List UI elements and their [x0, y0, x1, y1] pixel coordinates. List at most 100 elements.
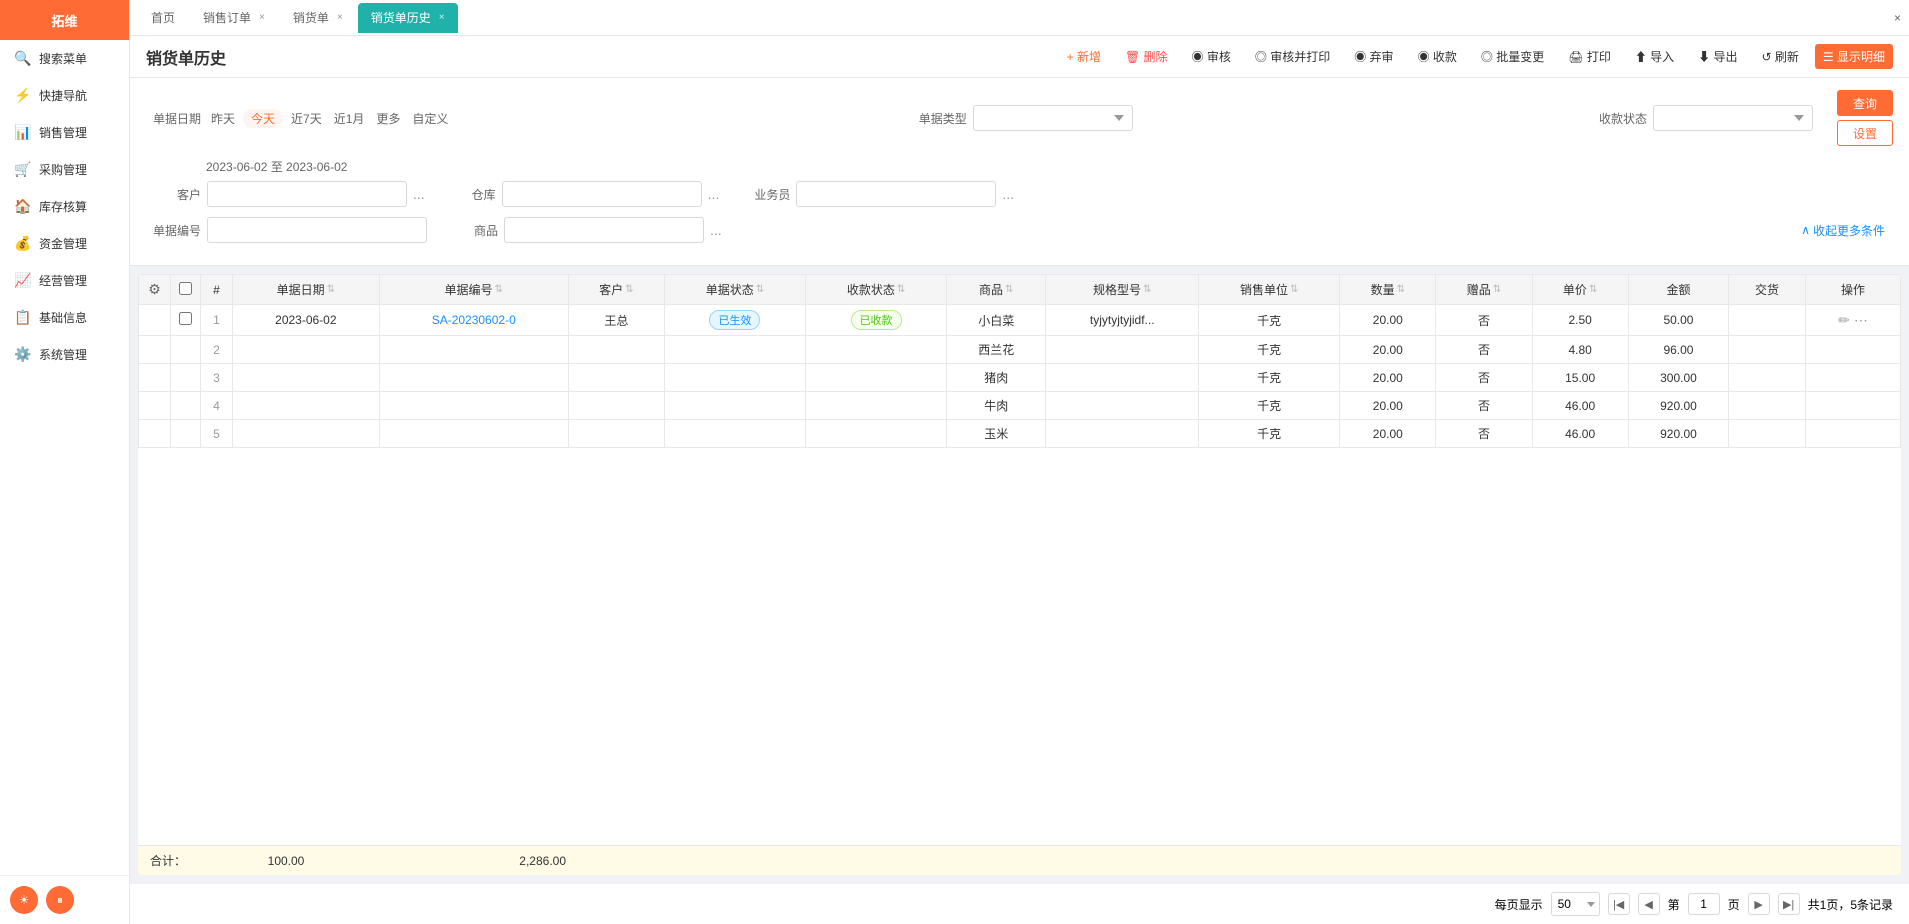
more-op-btn[interactable]: ⋯ [1854, 312, 1868, 328]
sidebar-item-search-menu[interactable]: 🔍 搜索菜单 [0, 40, 129, 77]
batch-change-button[interactable]: ◎ 批量变更 [1473, 44, 1552, 69]
tab-home[interactable]: 首页 [138, 3, 188, 33]
new-button[interactable]: + 新增 [1059, 44, 1109, 69]
goods-dots-btn[interactable]: ... [710, 222, 722, 238]
sidebar-item-finance-mgmt[interactable]: 💰 资金管理 [0, 225, 129, 262]
warehouse-input[interactable] [502, 181, 702, 207]
date-today-btn[interactable]: 今天 [243, 109, 283, 128]
op-cell [1805, 336, 1900, 364]
th-doc-status[interactable]: 单据状态⇅ [664, 275, 805, 305]
th-qty[interactable]: 数量⇅ [1340, 275, 1436, 305]
row-checkbox[interactable] [179, 312, 192, 325]
select-all-checkbox[interactable] [179, 282, 192, 295]
goods-cell: 牛肉 [947, 392, 1046, 420]
sort-docno-icon[interactable]: ⇅ [495, 284, 503, 295]
audit-button[interactable]: ◉ 审核 [1184, 44, 1239, 69]
doc-type-select[interactable] [973, 105, 1133, 131]
amount-cell: 920.00 [1628, 392, 1728, 420]
sidebar-item-quick-nav[interactable]: ⚡ 快捷导航 [0, 77, 129, 114]
sidebar-item-inventory[interactable]: 🏠 库存核算 [0, 188, 129, 225]
tab-sales-history-close[interactable]: × [439, 12, 445, 23]
th-goods[interactable]: 商品⇅ [947, 275, 1046, 305]
sort-date-icon[interactable]: ⇅ [327, 284, 335, 295]
date-7days-btn[interactable]: 近7天 [287, 109, 326, 128]
doc-no-link[interactable]: SA-20230602-0 [432, 313, 516, 327]
delete-button[interactable]: 🗑 删除 [1117, 44, 1176, 69]
tab-sales-delivery[interactable]: 销货单 × [280, 3, 356, 33]
docno-input[interactable] [207, 217, 427, 243]
goods-input[interactable] [504, 217, 704, 243]
sort-price-icon[interactable]: ⇅ [1589, 284, 1597, 295]
date-1month-btn[interactable]: 近1月 [330, 109, 369, 128]
customer-input[interactable] [207, 181, 407, 207]
sidebar-item-basic-info[interactable]: 📋 基础信息 [0, 299, 129, 336]
th-price[interactable]: 单价⇅ [1532, 275, 1628, 305]
doc-status-cell [664, 420, 805, 448]
sort-goods-icon[interactable]: ⇅ [1005, 284, 1013, 295]
date-more-btn[interactable]: 更多 [372, 109, 404, 128]
audit-print-button[interactable]: ◎ 审核并打印 [1247, 44, 1338, 69]
sidebar-sun-button[interactable]: ☀ [10, 886, 38, 914]
collect-button[interactable]: ◉ 收款 [1410, 44, 1465, 69]
tab-sales-delivery-close[interactable]: × [337, 12, 343, 23]
sidebar-item-sales-mgmt[interactable]: 📊 销售管理 [0, 114, 129, 151]
date-custom-btn[interactable]: 自定义 [408, 109, 452, 128]
sort-doc-status-icon[interactable]: ⇅ [756, 284, 764, 295]
sort-pay-status-icon[interactable]: ⇅ [897, 284, 905, 295]
sidebar-pause-button[interactable]: ⏸ [46, 886, 74, 914]
sort-spec-icon[interactable]: ⇅ [1143, 284, 1151, 295]
refresh-button[interactable]: ↺ 刷新 [1754, 44, 1807, 69]
query-button[interactable]: 查询 [1837, 90, 1893, 116]
tab-sales-order-close[interactable]: × [259, 12, 265, 23]
per-page-select[interactable]: 50 20 100 200 [1551, 892, 1600, 916]
prev-page-btn[interactable]: ◀ [1638, 893, 1660, 915]
amount-cell: 920.00 [1628, 420, 1728, 448]
salesperson-input[interactable] [796, 181, 996, 207]
tab-sales-history[interactable]: 销货单历史 × [358, 3, 458, 33]
abandon-button[interactable]: ◉ 弃审 [1346, 44, 1401, 69]
date-cell [233, 392, 380, 420]
sidebar-item-sys-mgmt[interactable]: ⚙️ 系统管理 [0, 336, 129, 373]
table-row: 3 猪肉 千克 20.00 否 15.00 300.00 [139, 364, 1901, 392]
th-date[interactable]: 单据日期⇅ [233, 275, 380, 305]
last-page-btn[interactable]: ▶| [1778, 893, 1800, 915]
warehouse-dots-btn[interactable]: ... [708, 186, 720, 202]
sort-customer-icon[interactable]: ⇅ [625, 284, 633, 295]
th-pay-status[interactable]: 收款状态⇅ [806, 275, 947, 305]
goods-cell: 猪肉 [947, 364, 1046, 392]
tab-sales-order[interactable]: 销售订单 × [190, 3, 278, 33]
page-content: 销货单历史 + 新增 🗑 删除 ◉ 审核 ◎ 审核并打印 ◉ 弃审 ◉ 收款 ◎… [130, 36, 1909, 924]
th-spec[interactable]: 规格型号⇅ [1046, 275, 1199, 305]
print-button[interactable]: 🖨 打印 [1560, 44, 1619, 69]
th-unit[interactable]: 销售单位⇅ [1199, 275, 1340, 305]
edit-op-btn[interactable]: ✏ [1838, 312, 1850, 328]
show-detail-button[interactable]: ☰ 显示明细 [1815, 44, 1893, 69]
sidebar-item-quick-nav-label: 快捷导航 [39, 87, 87, 104]
filter-row-1: 单据日期 昨天 今天 近7天 近1月 更多 自定义 单据类型 [146, 90, 1893, 146]
date-yesterday-btn[interactable]: 昨天 [207, 109, 239, 128]
sidebar-item-purchase-mgmt[interactable]: 🛒 采购管理 [0, 151, 129, 188]
sort-gift-icon[interactable]: ⇅ [1493, 284, 1501, 295]
th-docno[interactable]: 单据编号⇅ [379, 275, 568, 305]
customer-cell [568, 364, 664, 392]
th-gift[interactable]: 赠品⇅ [1436, 275, 1532, 305]
sort-qty-icon[interactable]: ⇅ [1397, 284, 1405, 295]
collect-status-select[interactable] [1653, 105, 1813, 131]
sidebar-item-ops-mgmt[interactable]: 📈 经营管理 [0, 262, 129, 299]
import-button[interactable]: ⬆ 导入 [1627, 44, 1682, 69]
th-customer[interactable]: 客户⇅ [568, 275, 664, 305]
page-input[interactable] [1688, 893, 1720, 915]
first-page-btn[interactable]: |◀ [1608, 893, 1630, 915]
th-gear[interactable]: ⚙ [139, 275, 171, 305]
next-page-btn[interactable]: ▶ [1748, 893, 1770, 915]
close-all-button[interactable]: × [1894, 11, 1901, 25]
sort-unit-icon[interactable]: ⇅ [1290, 284, 1298, 295]
collapse-btn[interactable]: ∧ 收起更多条件 [1793, 219, 1893, 242]
tab-sales-delivery-label: 销货单 [293, 9, 329, 26]
export-button[interactable]: ⬇ 导出 [1690, 44, 1745, 69]
salesperson-dots-btn[interactable]: ... [1002, 186, 1014, 202]
filter-settings-button[interactable]: 设置 [1837, 120, 1893, 146]
table-scroll[interactable]: ⚙ # 单据日期⇅ 单据编号⇅ [138, 274, 1901, 845]
deal-cell [1729, 392, 1806, 420]
customer-dots-btn[interactable]: ... [413, 186, 425, 202]
